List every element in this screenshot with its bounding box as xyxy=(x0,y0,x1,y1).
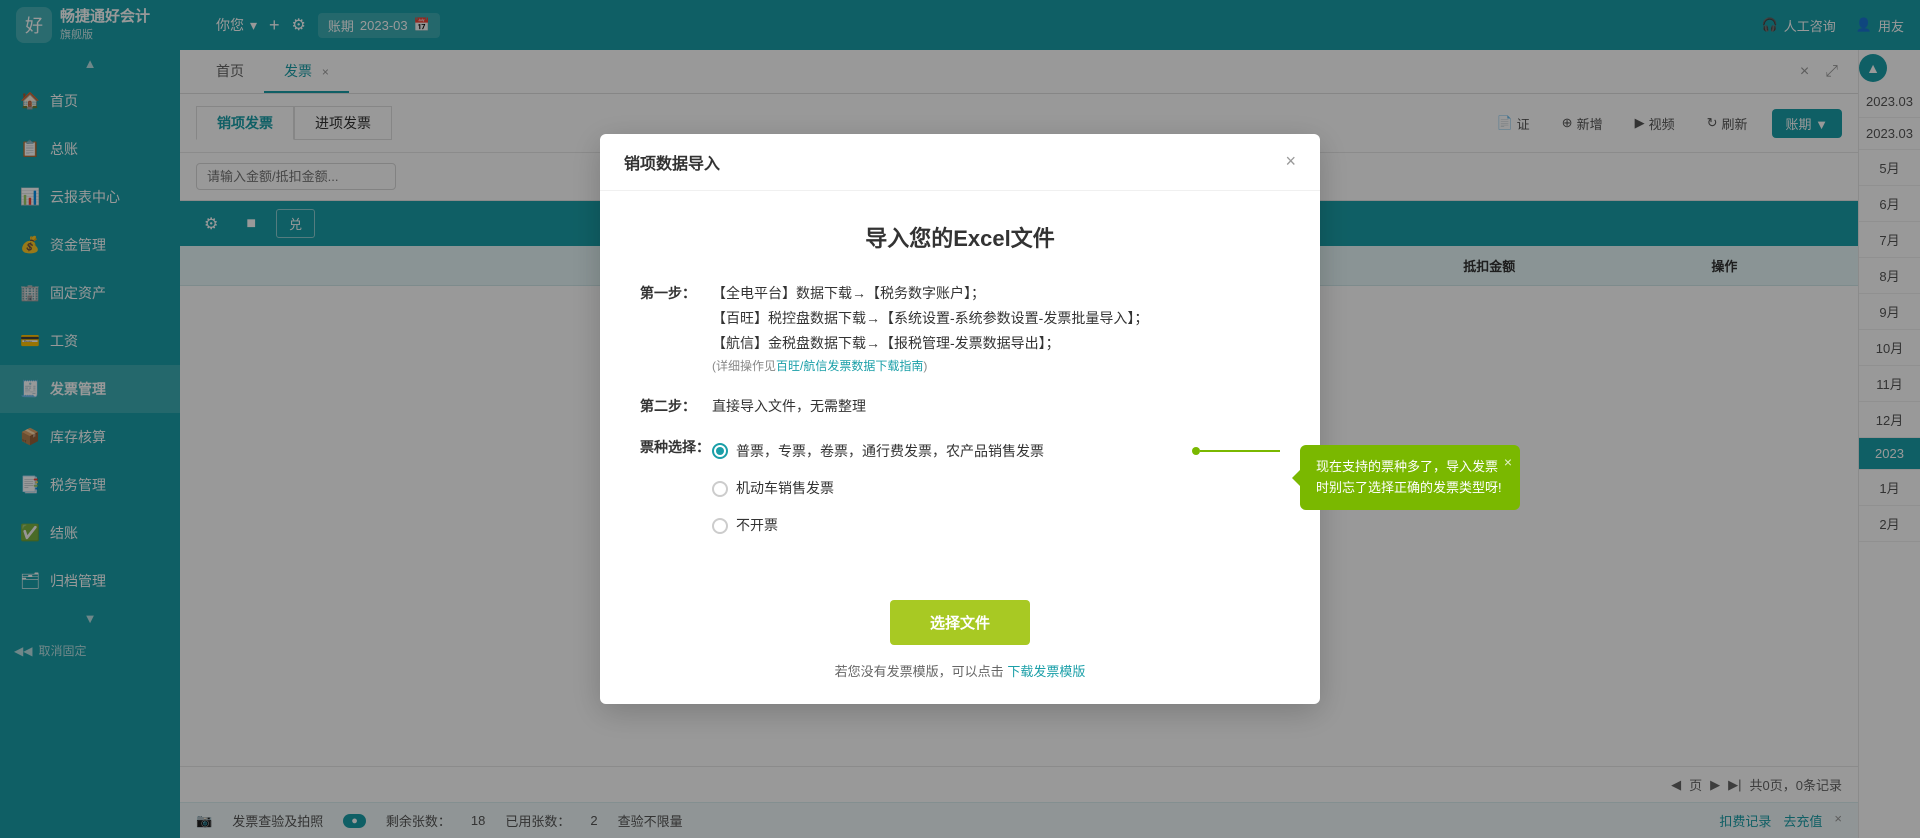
modal-title: 销项数据导入 xyxy=(624,150,720,174)
radio-motor[interactable]: 机动车销售发票 xyxy=(712,476,1270,501)
modal-body: 导入您的Excel文件 第一步： 【全电平台】数据下载→【税务数字账户】； 【百… xyxy=(600,191,1320,585)
step-1-line-3: 【航信】金税盘数据下载→【报税管理-发票数据导出】； xyxy=(712,331,1280,356)
ticket-select-row: 票种选择： 普票，专票，卷票，通行费发票，农产品销售发票 xyxy=(640,435,1280,539)
tooltip-dot xyxy=(1192,447,1200,455)
import-modal: 销项数据导入 × 导入您的Excel文件 第一步： 【全电平台】数据下载→【税务… xyxy=(600,134,1320,705)
step-2-content: 直接导入文件，无需整理 xyxy=(712,394,1280,419)
radio-no-ticket-circle xyxy=(712,518,728,534)
select-file-button[interactable]: 选择文件 xyxy=(890,600,1030,645)
template-text: 若您没有发票模版，可以点击 xyxy=(835,664,1004,679)
modal-header: 销项数据导入 × xyxy=(600,134,1320,191)
radio-no-ticket-label: 不开票 xyxy=(736,513,778,538)
step-2-label: 第二步： xyxy=(640,394,712,416)
step-1-line-1: 【全电平台】数据下载→【税务数字账户】； xyxy=(712,281,1280,306)
tooltip-close-icon[interactable]: × xyxy=(1504,451,1512,473)
modal-footer: 选择文件 若您没有发票模版，可以点击 下载发票模版 xyxy=(600,584,1320,704)
ticket-options: 普票，专票，卷票，通行费发票，农产品销售发票 机动车销售发票 xyxy=(712,435,1270,539)
modal-overlay[interactable]: 销项数据导入 × 导入您的Excel文件 第一步： 【全电平台】数据下载→【税务… xyxy=(0,0,1920,838)
download-guide-link[interactable]: 百旺/航信发票数据下载指南 xyxy=(776,359,923,373)
step-1-hint: (详细操作见百旺/航信发票数据下载指南) xyxy=(712,356,1280,378)
radio-group: 普票，专票，卷票，通行费发票，农产品销售发票 机动车销售发票 xyxy=(712,439,1270,539)
step-1-content: 【全电平台】数据下载→【税务数字账户】； 【百旺】税控盘数据下载→【系统设置-系… xyxy=(712,281,1280,378)
tooltip-connector-area xyxy=(1192,447,1280,455)
radio-general-dot xyxy=(716,447,724,455)
radio-motor-circle xyxy=(712,481,728,497)
download-template-link[interactable]: 下载发票模版 xyxy=(1007,664,1085,679)
template-link-row: 若您没有发票模版，可以点击 下载发票模版 xyxy=(835,661,1086,680)
step-1-line-2: 【百旺】税控盘数据下载→【系统设置-系统参数设置-发票批量导入】； xyxy=(712,306,1280,331)
radio-general[interactable]: 普票，专票，卷票，通行费发票，农产品销售发票 xyxy=(712,439,1270,464)
step-2-row: 第二步： 直接导入文件，无需整理 xyxy=(640,394,1280,419)
radio-no-ticket[interactable]: 不开票 xyxy=(712,513,1270,538)
radio-general-label: 普票，专票，卷票，通行费发票，农产品销售发票 xyxy=(736,439,1044,464)
modal-main-title: 导入您的Excel文件 xyxy=(640,221,1280,253)
tooltip-text: 现在支持的票种多了，导入发票时别忘了选择正确的发票类型呀! xyxy=(1316,459,1502,495)
tooltip-bubble: × 现在支持的票种多了，导入发票时别忘了选择正确的发票类型呀! xyxy=(1300,445,1520,511)
radio-motor-label: 机动车销售发票 xyxy=(736,476,834,501)
ticket-select-label: 票种选择： xyxy=(640,435,712,457)
modal-close-button[interactable]: × xyxy=(1285,151,1296,172)
step-1-label: 第一步： xyxy=(640,281,712,303)
radio-general-circle xyxy=(712,443,728,459)
tooltip-line xyxy=(1200,450,1280,452)
step-1-row: 第一步： 【全电平台】数据下载→【税务数字账户】； 【百旺】税控盘数据下载→【系… xyxy=(640,281,1280,378)
